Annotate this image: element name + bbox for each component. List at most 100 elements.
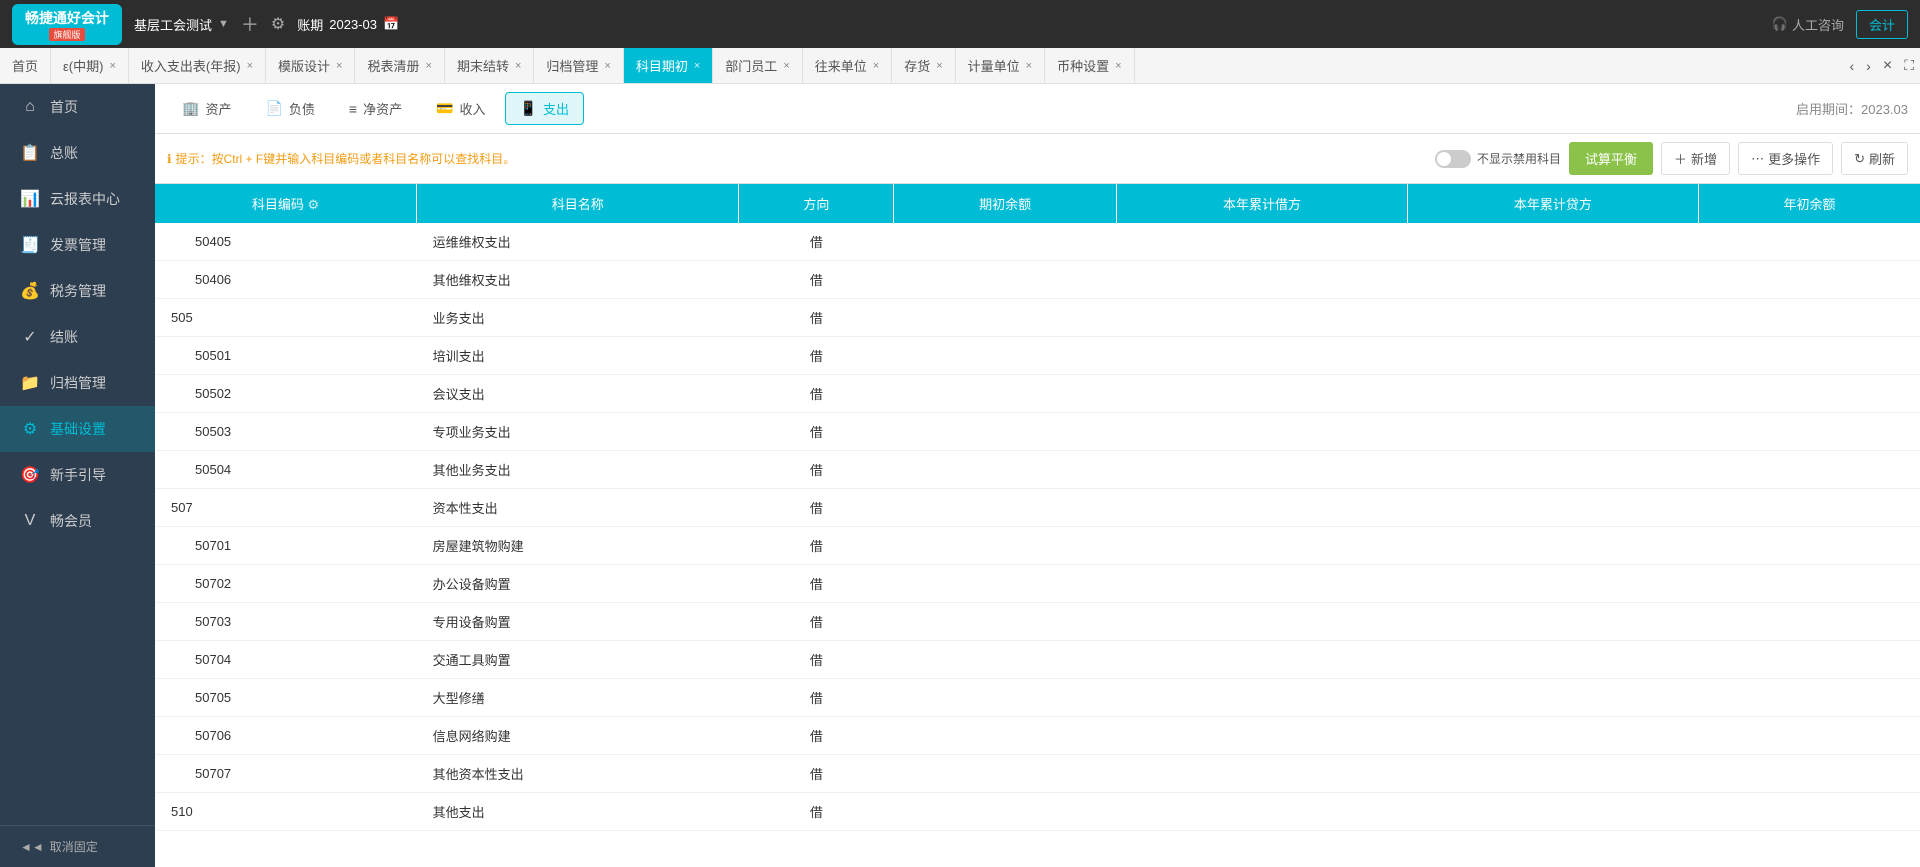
company-name: 基层工会测试 [134, 15, 212, 34]
disable-toggle[interactable] [1435, 150, 1471, 168]
table-row[interactable]: 50704 交通工具购置 借 [155, 641, 1920, 679]
table-row[interactable]: 50707 其他资本性支出 借 [155, 755, 1920, 793]
tab-period-end-close[interactable]: × [515, 60, 521, 72]
col-ytd-debit: 本年累计借方 [1116, 184, 1407, 223]
cell-opening-balance [894, 565, 1117, 603]
cell-name: 其他维权支出 [417, 261, 739, 299]
tab-unit[interactable]: 计量单位 × [956, 48, 1045, 83]
cell-year-opening [1698, 565, 1920, 603]
table-row[interactable]: 50706 信息网络购建 借 [155, 717, 1920, 755]
sidebar-invoice-label: 发票管理 [50, 235, 106, 255]
sidebar-item-basic[interactable]: ⚙ 基础设置 [0, 406, 155, 452]
tab-currency-close[interactable]: × [1115, 60, 1121, 72]
cell-ytd-credit [1407, 223, 1698, 261]
tab-tax-close[interactable]: × [426, 60, 432, 72]
cell-ytd-debit [1116, 755, 1407, 793]
tab-income-report-close[interactable]: × [247, 60, 253, 72]
sub-tab-equity-label: 净资产 [363, 99, 402, 118]
sidebar-item-ledger[interactable]: 📋 总账 [0, 130, 155, 176]
top-header: 畅捷通好会计 旗舰版 基层工会测试 ▼ ＋ ⚙ 账期 2023-03 📅 🎧 人… [0, 0, 1920, 48]
cell-year-opening [1698, 223, 1920, 261]
calendar-icon[interactable]: 📅 [383, 16, 399, 32]
add-company-button[interactable]: ＋ [241, 11, 259, 37]
table-row[interactable]: 50504 其他业务支出 借 [155, 451, 1920, 489]
support-button[interactable]: 🎧 人工咨询 [1772, 15, 1844, 34]
sub-tab-liability[interactable]: 📄 负债 [250, 92, 329, 125]
tab-inventory-close[interactable]: × [936, 60, 942, 72]
tab-template-close[interactable]: × [336, 60, 342, 72]
sub-tab-asset[interactable]: 🏢 资产 [167, 92, 246, 125]
sidebar-item-guide[interactable]: 🎯 新手引导 [0, 452, 155, 498]
table-row[interactable]: 50702 办公设备购置 借 [155, 565, 1920, 603]
sub-tab-income[interactable]: 💳 收入 [421, 92, 500, 125]
account-button[interactable]: 会计 [1856, 10, 1908, 39]
cell-ytd-debit [1116, 413, 1407, 451]
tab-mid-close[interactable]: × [109, 60, 115, 72]
table-row[interactable]: 50703 专用设备购置 借 [155, 603, 1920, 641]
tab-currency[interactable]: 币种设置 × [1045, 48, 1134, 83]
table-row[interactable]: 50502 会议支出 借 [155, 375, 1920, 413]
sub-tab-equity[interactable]: ≡ 净资产 [334, 92, 417, 125]
settings-icon[interactable]: ⚙ [271, 14, 285, 34]
tab-dept-staff[interactable]: 部门员工 × [713, 48, 802, 83]
sidebar-item-tax[interactable]: 💰 税务管理 [0, 268, 155, 314]
tab-subject-init-close[interactable]: × [694, 60, 700, 72]
sub-tab-expense[interactable]: 📱 支出 [505, 92, 584, 125]
column-settings-icon[interactable]: ⚙ [308, 197, 320, 212]
tab-next-button[interactable]: › [1860, 48, 1877, 84]
sidebar-item-reports[interactable]: 📊 云报表中心 [0, 176, 155, 222]
tab-archive[interactable]: 归档管理 × [534, 48, 623, 83]
tab-template-label: 模版设计 [278, 56, 330, 75]
table-row[interactable]: 50406 其他维权支出 借 [155, 261, 1920, 299]
cell-name: 运维维权支出 [417, 223, 739, 261]
sidebar-item-archive[interactable]: 📁 归档管理 [0, 360, 155, 406]
tab-expand-button[interactable]: ⛶ [1898, 48, 1920, 84]
table-row[interactable]: 50501 培训支出 借 [155, 337, 1920, 375]
tab-archive-label: 归档管理 [546, 56, 598, 75]
home-icon: ⌂ [20, 98, 40, 116]
sidebar-pin-button[interactable]: ◄◄ 取消固定 [0, 825, 155, 867]
cell-code: 50707 [155, 755, 417, 793]
sidebar-item-home[interactable]: ⌂ 首页 [0, 84, 155, 130]
tab-mid[interactable]: ε(中期) × [51, 48, 129, 83]
tab-home[interactable]: 首页 [0, 48, 51, 83]
table-row[interactable]: 50701 房屋建筑物购建 借 [155, 527, 1920, 565]
company-selector[interactable]: 基层工会测试 ▼ [134, 15, 229, 34]
sidebar-basic-label: 基础设置 [50, 419, 106, 439]
table-row[interactable]: 510 其他支出 借 [155, 793, 1920, 831]
more-button[interactable]: ⋯ 更多操作 [1738, 142, 1833, 175]
sidebar-item-settle[interactable]: ✓ 结账 [0, 314, 155, 360]
tab-template[interactable]: 模版设计 × [266, 48, 355, 83]
tab-tax[interactable]: 税表清册 × [355, 48, 444, 83]
cell-direction: 借 [739, 679, 894, 717]
period-info: 账期 2023-03 📅 [297, 15, 399, 34]
add-button[interactable]: ＋ 新增 [1661, 142, 1730, 175]
tab-subject-init[interactable]: 科目期初 × [624, 48, 713, 83]
cell-ytd-debit [1116, 489, 1407, 527]
sidebar-item-invoice[interactable]: 🧾 发票管理 [0, 222, 155, 268]
cell-direction: 借 [739, 375, 894, 413]
table-row[interactable]: 50503 专项业务支出 借 [155, 413, 1920, 451]
cell-ytd-debit [1116, 375, 1407, 413]
table-row[interactable]: 505 业务支出 借 [155, 299, 1920, 337]
refresh-button[interactable]: ↻ 刷新 [1841, 142, 1908, 175]
tab-unit-close[interactable]: × [1026, 60, 1032, 72]
tab-dept-staff-close[interactable]: × [783, 60, 789, 72]
table-row[interactable]: 50405 运维维权支出 借 [155, 223, 1920, 261]
tab-counterpart[interactable]: 往来单位 × [803, 48, 892, 83]
cell-ytd-credit [1407, 755, 1698, 793]
cell-opening-balance [894, 679, 1117, 717]
tab-close-all-button[interactable]: × [1877, 48, 1898, 84]
table-row[interactable]: 507 资本性支出 借 [155, 489, 1920, 527]
cell-ytd-debit [1116, 223, 1407, 261]
tab-prev-button[interactable]: ‹ [1844, 48, 1861, 84]
tab-inventory[interactable]: 存货 × [892, 48, 955, 83]
tab-archive-close[interactable]: × [604, 60, 610, 72]
tab-income-report[interactable]: 收入支出表(年报) × [129, 48, 266, 83]
tab-period-end[interactable]: 期末结转 × [445, 48, 534, 83]
tab-counterpart-close[interactable]: × [873, 60, 879, 72]
sidebar-item-member[interactable]: V 畅会员 [0, 498, 155, 544]
main-layout: ⌂ 首页 📋 总账 📊 云报表中心 🧾 发票管理 💰 税务管理 ✓ 结账 📁 归… [0, 84, 1920, 867]
table-row[interactable]: 50705 大型修缮 借 [155, 679, 1920, 717]
balance-button[interactable]: 试算平衡 [1569, 142, 1653, 175]
